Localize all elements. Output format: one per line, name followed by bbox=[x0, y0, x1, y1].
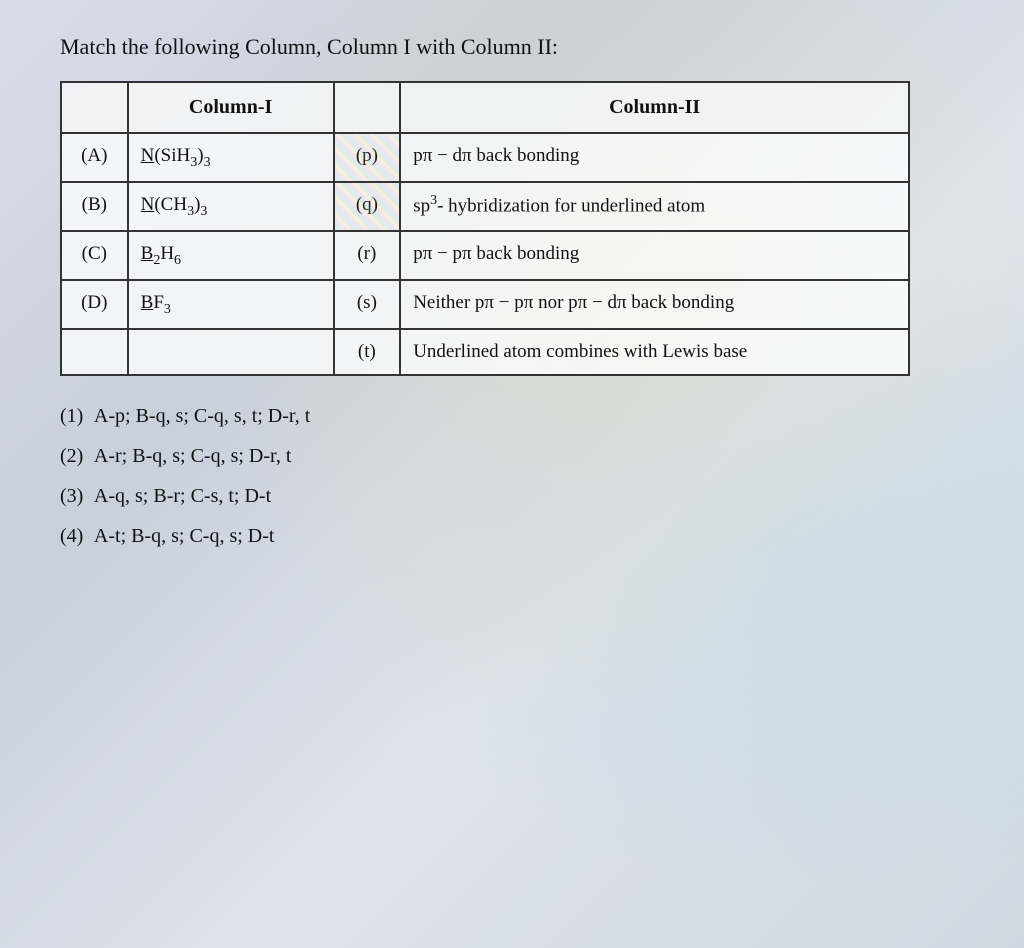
underlined-atom-a: N bbox=[141, 145, 155, 166]
header-col2: Column-II bbox=[400, 82, 909, 133]
table-row: (D) BF3 (s) Neither pπ − pπ nor pπ − dπ … bbox=[61, 280, 909, 329]
option-number-2: (2) bbox=[60, 438, 90, 474]
option-text-2: A-r; B-q, s; C-q, s; D-r, t bbox=[94, 445, 292, 467]
col1-c: B2H6 bbox=[128, 231, 334, 280]
option-number-4: (4) bbox=[60, 518, 90, 554]
table-row: (t) Underlined atom combines with Lewis … bbox=[61, 329, 909, 375]
row-label-empty bbox=[61, 329, 128, 375]
key-r: (r) bbox=[334, 231, 401, 280]
option-text-3: A-q, s; B-r; C-s, t; D-t bbox=[94, 485, 271, 507]
header-empty bbox=[61, 82, 128, 133]
col1-empty bbox=[128, 329, 334, 375]
options-list: (1) A-p; B-q, s; C-q, s, t; D-r, t (2) A… bbox=[60, 398, 984, 554]
row-label-b: (B) bbox=[61, 182, 128, 231]
option-text-4: A-t; B-q, s; C-q, s; D-t bbox=[94, 525, 275, 547]
col1-d: BF3 bbox=[128, 280, 334, 329]
header-col1: Column-I bbox=[128, 82, 334, 133]
option-number-1: (1) bbox=[60, 398, 90, 434]
header-empty2 bbox=[334, 82, 401, 133]
col1-b: N(CH3)3 bbox=[128, 182, 334, 231]
table-row: (C) B2H6 (r) pπ − pπ back bonding bbox=[61, 231, 909, 280]
row-label-d: (D) bbox=[61, 280, 128, 329]
list-item: (4) A-t; B-q, s; C-q, s; D-t bbox=[60, 518, 984, 554]
key-t: (t) bbox=[334, 329, 401, 375]
matching-table: Column-I Column-II (A) N(SiH3)3 bbox=[60, 81, 910, 376]
underlined-atom-c: B bbox=[141, 243, 154, 264]
option-text-1: A-p; B-q, s; C-q, s, t; D-r, t bbox=[94, 405, 310, 427]
col2-r: pπ − pπ back bonding bbox=[400, 231, 909, 280]
col2-p: pπ − dπ back bonding bbox=[400, 133, 909, 182]
underlined-atom-d: B bbox=[141, 292, 154, 313]
row-label-c: (C) bbox=[61, 231, 128, 280]
key-s: (s) bbox=[334, 280, 401, 329]
table-row: (A) N(SiH3)3 (p) pπ − dπ back bonding bbox=[61, 133, 909, 182]
key-p: (p) bbox=[334, 133, 401, 182]
table-row: (B) N(CH3)3 (q) sp3- hybridization for u… bbox=[61, 182, 909, 231]
underlined-atom-b: N bbox=[141, 194, 155, 215]
col2-q: sp3- hybridization for underlined atom bbox=[400, 182, 909, 231]
question-text: Match the following Column, Column I wit… bbox=[60, 30, 984, 63]
list-item: (3) A-q, s; B-r; C-s, t; D-t bbox=[60, 478, 984, 514]
col2-t: Underlined atom combines with Lewis base bbox=[400, 329, 909, 375]
list-item: (1) A-p; B-q, s; C-q, s, t; D-r, t bbox=[60, 398, 984, 434]
row-label-a: (A) bbox=[61, 133, 128, 182]
col1-a: N(SiH3)3 bbox=[128, 133, 334, 182]
option-number-3: (3) bbox=[60, 478, 90, 514]
list-item: (2) A-r; B-q, s; C-q, s; D-r, t bbox=[60, 438, 984, 474]
page-container: Match the following Column, Column I wit… bbox=[0, 0, 1024, 948]
col2-s: Neither pπ − pπ nor pπ − dπ back bonding bbox=[400, 280, 909, 329]
key-q: (q) bbox=[334, 182, 401, 231]
table-wrapper: Column-I Column-II (A) N(SiH3)3 bbox=[60, 81, 984, 376]
